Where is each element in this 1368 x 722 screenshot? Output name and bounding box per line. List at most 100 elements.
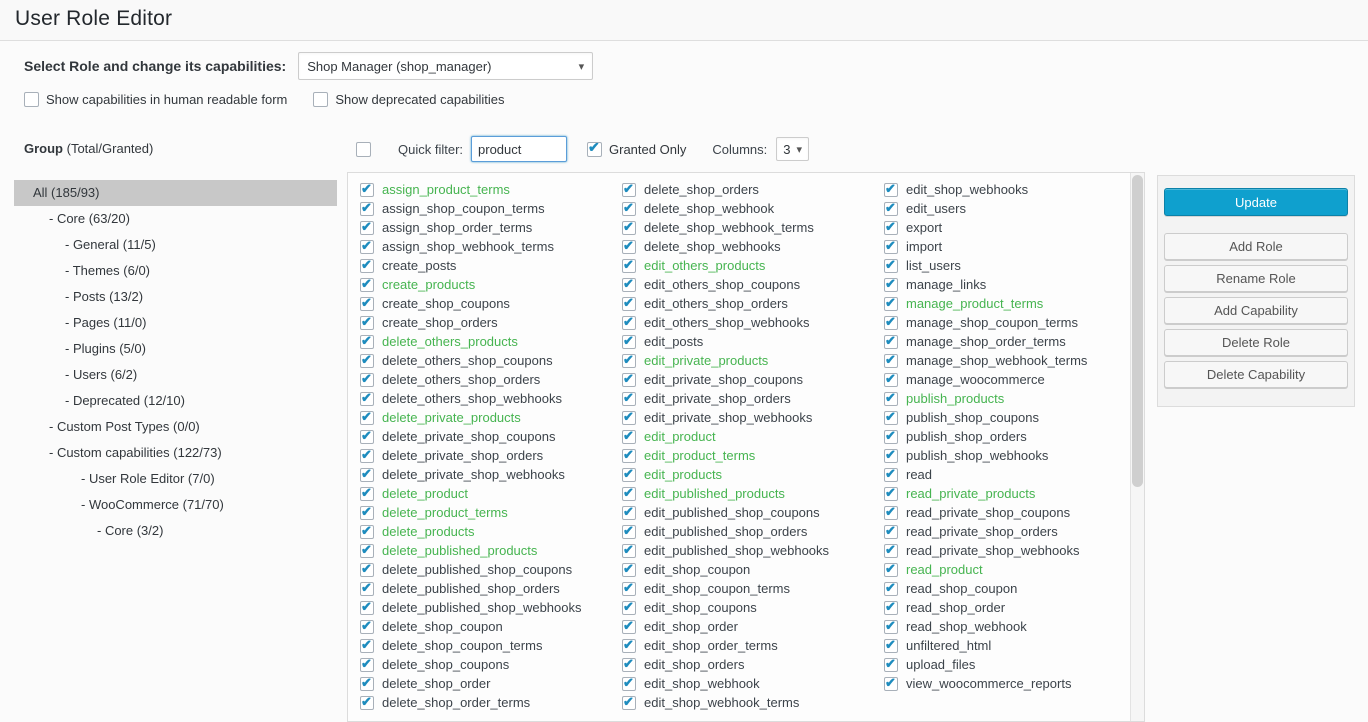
rename-role-button[interactable]: Rename Role	[1164, 265, 1348, 292]
capability-checkbox[interactable]	[360, 259, 374, 273]
capability-row[interactable]: manage_shop_order_terms	[884, 332, 1128, 351]
capability-row[interactable]: delete_published_shop_coupons	[360, 560, 622, 579]
capability-row[interactable]: edit_published_shop_coupons	[622, 503, 884, 522]
capability-checkbox[interactable]	[622, 620, 636, 634]
capability-row[interactable]: manage_shop_webhook_terms	[884, 351, 1128, 370]
capability-checkbox[interactable]	[360, 335, 374, 349]
capability-row[interactable]: create_shop_orders	[360, 313, 622, 332]
capability-checkbox[interactable]	[884, 316, 898, 330]
capability-checkbox[interactable]	[884, 278, 898, 292]
capability-row[interactable]: read_shop_coupon	[884, 579, 1128, 598]
capability-row[interactable]: assign_product_terms	[360, 180, 622, 199]
quick-filter-input[interactable]	[471, 136, 567, 162]
capability-checkbox[interactable]	[884, 335, 898, 349]
capability-row[interactable]: read_private_shop_coupons	[884, 503, 1128, 522]
capability-checkbox[interactable]	[622, 601, 636, 615]
capability-checkbox[interactable]	[360, 297, 374, 311]
capability-checkbox[interactable]	[622, 278, 636, 292]
capability-row[interactable]: publish_shop_orders	[884, 427, 1128, 446]
capability-row[interactable]: view_woocommerce_reports	[884, 674, 1128, 693]
capability-checkbox[interactable]	[622, 487, 636, 501]
capability-checkbox[interactable]	[360, 544, 374, 558]
tree-item[interactable]: - Themes (6/0)	[14, 258, 337, 284]
capability-checkbox[interactable]	[884, 392, 898, 406]
checkbox-unchecked-icon[interactable]	[313, 92, 328, 107]
update-button[interactable]: Update	[1164, 188, 1348, 216]
capability-row[interactable]: delete_shop_coupon	[360, 617, 622, 636]
delete-capability-button[interactable]: Delete Capability	[1164, 361, 1348, 388]
capability-row[interactable]: delete_private_products	[360, 408, 622, 427]
capability-checkbox[interactable]	[884, 677, 898, 691]
tree-item[interactable]: - Core (63/20)	[14, 206, 337, 232]
capability-row[interactable]: edit_users	[884, 199, 1128, 218]
capability-checkbox[interactable]	[360, 278, 374, 292]
capability-row[interactable]: edit_shop_coupon	[622, 560, 884, 579]
capability-row[interactable]: import	[884, 237, 1128, 256]
capability-row[interactable]: delete_private_shop_orders	[360, 446, 622, 465]
capability-row[interactable]: read_private_shop_webhooks	[884, 541, 1128, 560]
capability-row[interactable]: list_users	[884, 256, 1128, 275]
delete-role-button[interactable]: Delete Role	[1164, 329, 1348, 356]
capability-row[interactable]: delete_private_shop_webhooks	[360, 465, 622, 484]
capability-checkbox[interactable]	[884, 582, 898, 596]
capability-checkbox[interactable]	[622, 183, 636, 197]
role-select[interactable]: Shop Manager (shop_manager) ▾	[298, 52, 593, 80]
capability-checkbox[interactable]	[884, 468, 898, 482]
capability-row[interactable]: export	[884, 218, 1128, 237]
capability-checkbox[interactable]	[622, 221, 636, 235]
capability-row[interactable]: create_posts	[360, 256, 622, 275]
capability-row[interactable]: delete_shop_webhooks	[622, 237, 884, 256]
capability-row[interactable]: read_shop_order	[884, 598, 1128, 617]
capability-checkbox[interactable]	[884, 259, 898, 273]
tree-item[interactable]: - WooCommerce (71/70)	[14, 492, 337, 518]
capability-row[interactable]: delete_private_shop_coupons	[360, 427, 622, 446]
capability-checkbox[interactable]	[884, 240, 898, 254]
tree-item[interactable]: - Custom capabilities (122/73)	[14, 440, 337, 466]
capability-checkbox[interactable]	[360, 202, 374, 216]
capability-checkbox[interactable]	[360, 449, 374, 463]
capability-row[interactable]: publish_shop_webhooks	[884, 446, 1128, 465]
capability-row[interactable]: edit_products	[622, 465, 884, 484]
add-capability-button[interactable]: Add Capability	[1164, 297, 1348, 324]
capability-checkbox[interactable]	[622, 316, 636, 330]
capability-checkbox[interactable]	[360, 506, 374, 520]
capability-row[interactable]: delete_shop_coupon_terms	[360, 636, 622, 655]
capability-row[interactable]: read_private_products	[884, 484, 1128, 503]
tree-item[interactable]: - General (11/5)	[14, 232, 337, 258]
capability-checkbox[interactable]	[884, 354, 898, 368]
capability-checkbox[interactable]	[622, 449, 636, 463]
capability-checkbox[interactable]	[360, 696, 374, 710]
capability-row[interactable]: delete_shop_webhook_terms	[622, 218, 884, 237]
capability-checkbox[interactable]	[360, 563, 374, 577]
capability-row[interactable]: delete_shop_order	[360, 674, 622, 693]
capability-row[interactable]: read_product	[884, 560, 1128, 579]
capability-checkbox[interactable]	[622, 563, 636, 577]
capability-checkbox[interactable]	[884, 449, 898, 463]
capability-row[interactable]: edit_published_products	[622, 484, 884, 503]
capability-row[interactable]: edit_product	[622, 427, 884, 446]
capability-checkbox[interactable]	[622, 525, 636, 539]
capability-checkbox[interactable]	[360, 525, 374, 539]
tree-item[interactable]: - User Role Editor (7/0)	[14, 466, 337, 492]
capability-row[interactable]: read	[884, 465, 1128, 484]
capability-checkbox[interactable]	[622, 259, 636, 273]
capability-row[interactable]: publish_products	[884, 389, 1128, 408]
capability-row[interactable]: edit_shop_order_terms	[622, 636, 884, 655]
capability-row[interactable]: manage_links	[884, 275, 1128, 294]
capability-checkbox[interactable]	[884, 544, 898, 558]
capability-checkbox[interactable]	[622, 335, 636, 349]
capability-row[interactable]: edit_private_shop_coupons	[622, 370, 884, 389]
capability-checkbox[interactable]	[360, 677, 374, 691]
capability-checkbox[interactable]	[884, 658, 898, 672]
capability-checkbox[interactable]	[622, 696, 636, 710]
capability-row[interactable]: delete_product	[360, 484, 622, 503]
capability-checkbox[interactable]	[360, 354, 374, 368]
scrollbar-thumb[interactable]	[1132, 175, 1143, 487]
capability-row[interactable]: manage_shop_coupon_terms	[884, 313, 1128, 332]
capability-row[interactable]: delete_shop_order_terms	[360, 693, 622, 712]
capability-checkbox[interactable]	[360, 430, 374, 444]
tree-item[interactable]: - Users (6/2)	[14, 362, 337, 388]
capability-row[interactable]: unfiltered_html	[884, 636, 1128, 655]
tree-item[interactable]: All (185/93)	[14, 180, 337, 206]
capability-checkbox[interactable]	[360, 221, 374, 235]
